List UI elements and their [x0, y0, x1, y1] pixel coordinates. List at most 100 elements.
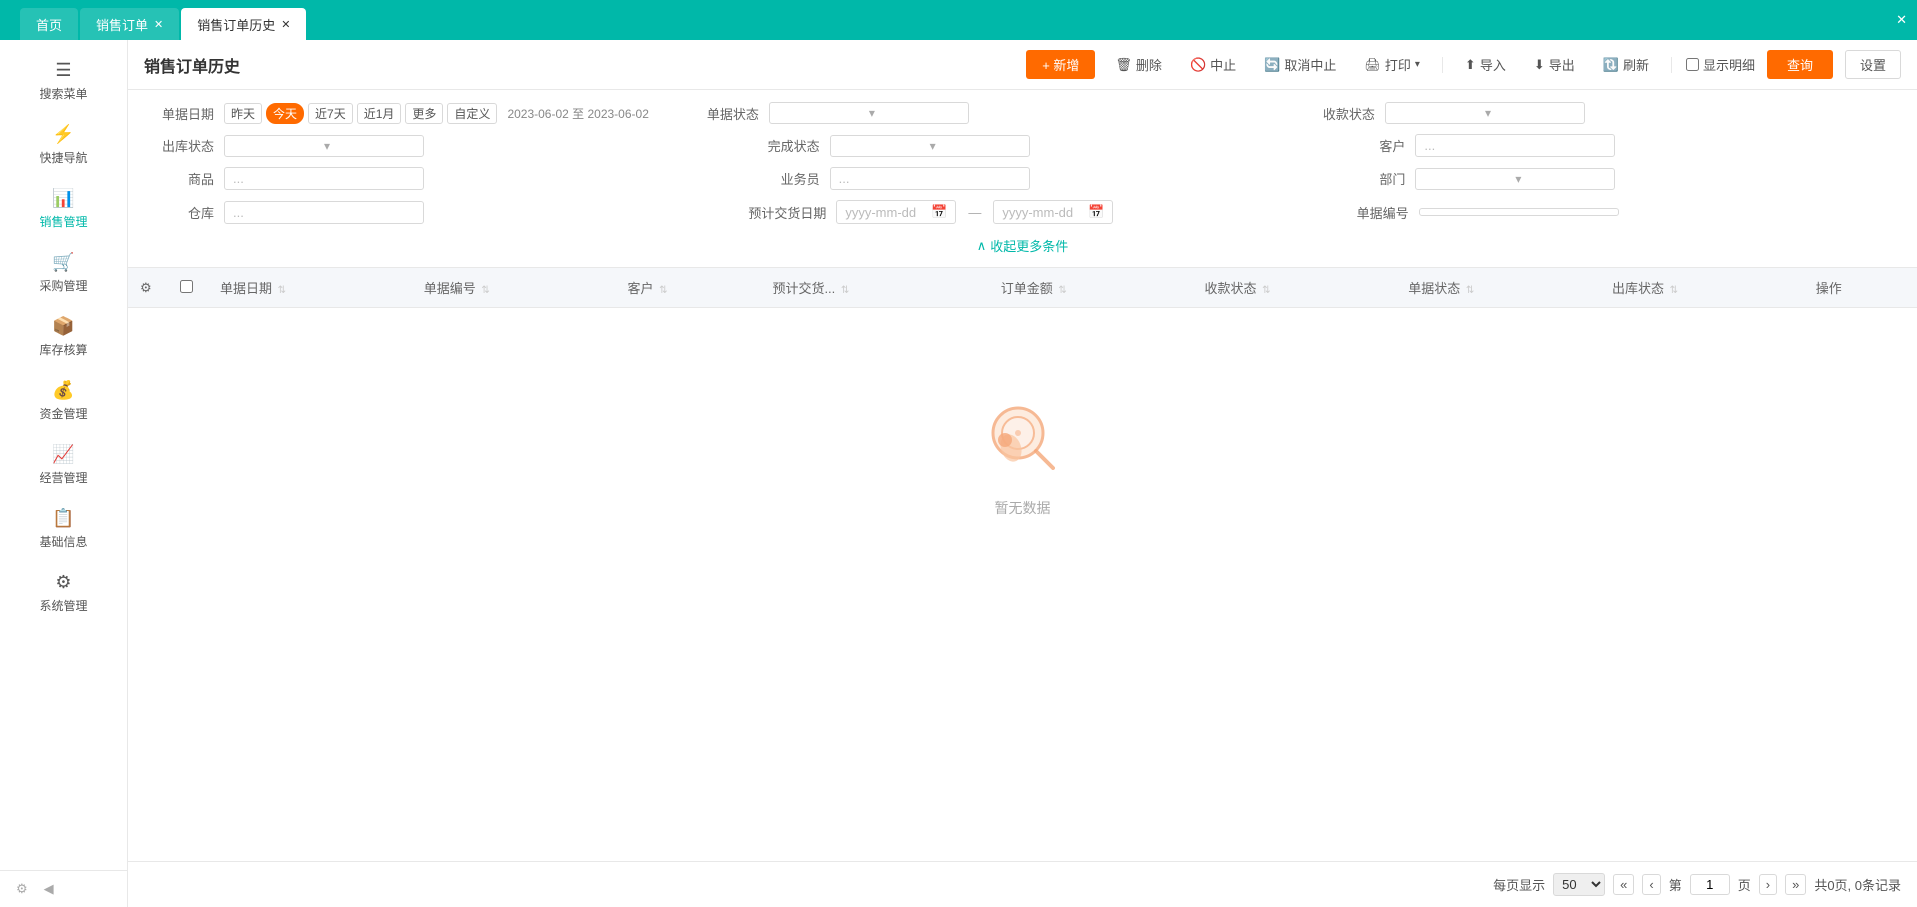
print-button[interactable]: 🖨 打印 ▾: [1356, 51, 1428, 78]
ops-mgmt-icon: 📈: [52, 444, 74, 465]
th-delivery-date[interactable]: 预计交货... ⇅: [760, 268, 988, 308]
out-status-select[interactable]: ▾: [224, 135, 424, 157]
new-button[interactable]: + 新增: [1026, 50, 1095, 79]
last-page-btn[interactable]: »: [1785, 874, 1806, 895]
print-label: 打印: [1385, 55, 1411, 74]
th-setting[interactable]: ⚙: [128, 268, 168, 308]
page-num-input[interactable]: [1690, 874, 1730, 895]
sort-customer-icon: ⇅: [659, 285, 667, 296]
page-header: 销售订单历史 + 新增 🗑 删除 🚫 中止 🔄 取消中止 🖨 打印: [128, 40, 1917, 90]
bill-number-field: [1419, 208, 1901, 216]
th-payment-status-label: 收款状态: [1204, 281, 1256, 296]
filter-row-4: 仓库 ... 预计交货日期 yyyy-mm-dd 📅 — yyyy-mm-dd: [144, 200, 1901, 224]
product-ellipsis[interactable]: ...: [233, 171, 244, 186]
cancel-stop-label: 取消中止: [1284, 55, 1336, 74]
bill-number-input[interactable]: [1419, 208, 1619, 216]
sidebar-item-fund-mgmt[interactable]: 💰 资金管理: [0, 368, 127, 432]
query-button[interactable]: 查询: [1767, 50, 1833, 79]
table-area: ⚙ 单据日期 ⇅ 单据编号 ⇅ 客户 ⇅: [128, 268, 1917, 861]
th-payment-status[interactable]: 收款状态 ⇅: [1192, 268, 1396, 308]
sort-out-status-icon: ⇅: [1670, 285, 1678, 296]
payment-status-label: 收款状态: [1305, 104, 1385, 123]
sidebar-item-ops-mgmt[interactable]: 📈 经营管理: [0, 432, 127, 496]
page-size-select[interactable]: 50 10 20 100: [1553, 873, 1605, 896]
th-bill-status[interactable]: 单据状态 ⇅: [1396, 268, 1600, 308]
display-detail-checkbox-label[interactable]: 显示明细: [1686, 55, 1755, 74]
tab-home[interactable]: 首页: [20, 8, 78, 40]
out-status-arrow-icon: ▾: [324, 139, 415, 153]
prev-page-btn[interactable]: ‹: [1642, 874, 1660, 895]
sidebar-item-inventory-check[interactable]: 📦 库存核算: [0, 304, 127, 368]
date-btn-today[interactable]: 今天: [266, 103, 304, 124]
total-label: 共0页, 0条记录: [1814, 875, 1901, 894]
topbar: 首页 销售订单 ✕ 销售订单历史 ✕ ✕: [0, 0, 1917, 40]
delivery-date-label: 预计交货日期: [746, 203, 836, 222]
sidebar-item-sys-mgmt[interactable]: ⚙ 系统管理: [0, 560, 127, 624]
refresh-button[interactable]: 🔃 刷新: [1595, 51, 1657, 78]
department-select[interactable]: ▾: [1415, 168, 1615, 190]
sidebar-collapse-icon[interactable]: ◀: [44, 881, 54, 897]
sidebar-label-fund-mgmt: 资金管理: [39, 405, 87, 422]
th-out-status-label: 出库状态: [1612, 281, 1664, 296]
th-operation-label: 操作: [1816, 281, 1842, 296]
search-menu-icon: ☰: [55, 60, 71, 81]
sidebar-item-search-menu[interactable]: ☰ 搜索菜单: [0, 48, 127, 112]
delete-button[interactable]: 🗑 删除: [1107, 51, 1170, 78]
sidebar-item-sales-mgmt[interactable]: 📊 销售管理: [0, 176, 127, 240]
date-btn-yesterday[interactable]: 昨天: [224, 103, 262, 124]
date-btn-custom[interactable]: 自定义: [447, 103, 497, 124]
payment-status-select[interactable]: ▾: [1385, 102, 1585, 124]
delivery-date-end[interactable]: yyyy-mm-dd 📅: [993, 200, 1113, 224]
display-detail-checkbox[interactable]: [1686, 58, 1699, 71]
sort-order-amount-icon: ⇅: [1058, 285, 1066, 296]
sidebar-item-quick-nav[interactable]: ⚡ 快捷导航: [0, 112, 127, 176]
date-btn-more[interactable]: 更多: [405, 103, 443, 124]
empty-text: 暂无数据: [995, 498, 1051, 518]
tab-sales-order-close[interactable]: ✕: [154, 18, 163, 31]
cancel-stop-button[interactable]: 🔄 取消中止: [1256, 51, 1344, 78]
th-order-amount[interactable]: 订单金额 ⇅: [989, 268, 1193, 308]
salesperson-input[interactable]: ...: [830, 167, 1030, 190]
customer-input[interactable]: ...: [1415, 134, 1615, 157]
th-check[interactable]: [168, 268, 208, 308]
next-page-btn[interactable]: ›: [1759, 874, 1777, 895]
payment-status-field: ▾: [1385, 102, 1901, 124]
topbar-close-btn[interactable]: ✕: [1896, 12, 1907, 28]
warehouse-ellipsis[interactable]: ...: [233, 205, 244, 220]
sidebar-item-purchase-mgmt[interactable]: 🛒 采购管理: [0, 240, 127, 304]
product-input[interactable]: ...: [224, 167, 424, 190]
date-btn-7days[interactable]: 近7天: [308, 103, 353, 124]
export-button[interactable]: ⬇ 导出: [1526, 51, 1583, 78]
filter-collapse[interactable]: ∧ 收起更多条件: [144, 234, 1901, 259]
sidebar-label-sales-mgmt: 销售管理: [39, 213, 87, 230]
department-field: ▾: [1415, 168, 1901, 190]
calendar-end-icon[interactable]: 📅: [1088, 204, 1104, 220]
date-btn-1month[interactable]: 近1月: [357, 103, 402, 124]
salesperson-ellipsis[interactable]: ...: [839, 171, 850, 186]
basic-info-icon: 📋: [52, 508, 74, 529]
th-out-status[interactable]: 出库状态 ⇅: [1600, 268, 1804, 308]
calendar-start-icon[interactable]: 📅: [931, 204, 947, 220]
sidebar-item-basic-info[interactable]: 📋 基础信息: [0, 496, 127, 560]
stop-button[interactable]: 🚫 中止: [1182, 51, 1244, 78]
th-bill-number[interactable]: 单据编号 ⇅: [412, 268, 616, 308]
tab-sales-order[interactable]: 销售订单 ✕: [80, 8, 179, 40]
bill-status-select[interactable]: ▾: [769, 102, 969, 124]
import-button[interactable]: ⬆ 导入: [1457, 51, 1514, 78]
sidebar-settings-icon[interactable]: ⚙: [16, 881, 28, 897]
delivery-date-start[interactable]: yyyy-mm-dd 📅: [836, 200, 956, 224]
empty-state: 暂无数据: [128, 308, 1917, 598]
select-all-checkbox[interactable]: [180, 280, 193, 293]
complete-status-select[interactable]: ▾: [830, 135, 1030, 157]
th-bill-date[interactable]: 单据日期 ⇅: [208, 268, 412, 308]
first-page-btn[interactable]: «: [1613, 874, 1634, 895]
filter-row-1: 单据日期 昨天 今天 近7天 近1月 更多 自定义 2023-06-02 至 2…: [144, 102, 1901, 124]
tab-sales-order-history-close[interactable]: ✕: [281, 18, 290, 31]
settings-button[interactable]: 设置: [1845, 50, 1901, 79]
warehouse-input[interactable]: ...: [224, 201, 424, 224]
collapse-label: 收起更多条件: [990, 236, 1068, 255]
tab-sales-order-history[interactable]: 销售订单历史 ✕: [181, 8, 306, 40]
th-customer[interactable]: 客户 ⇅: [616, 268, 761, 308]
customer-ellipsis[interactable]: ...: [1424, 138, 1435, 153]
print-arrow-icon: ▾: [1415, 59, 1420, 70]
